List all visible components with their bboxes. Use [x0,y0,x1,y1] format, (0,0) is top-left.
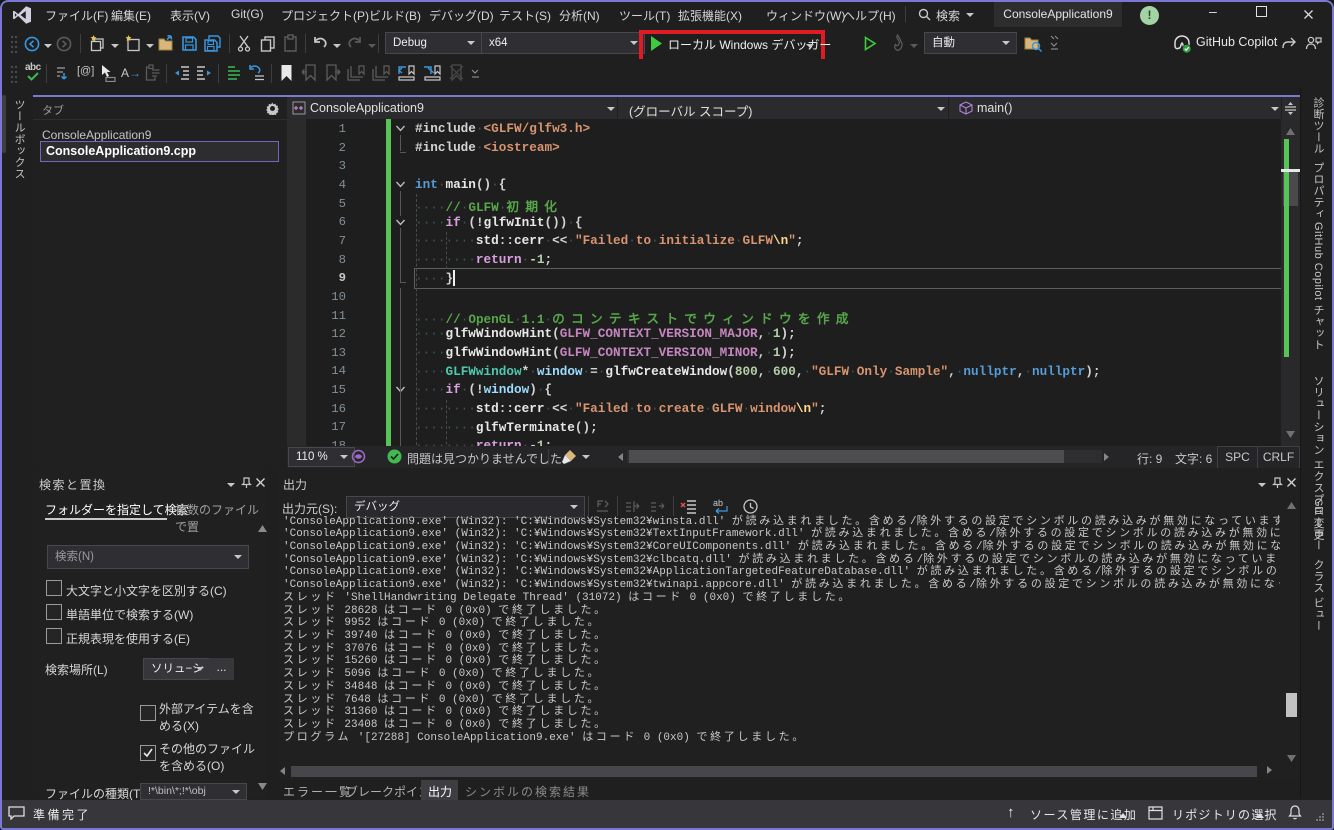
svg-text:ab: ab [713,498,723,508]
